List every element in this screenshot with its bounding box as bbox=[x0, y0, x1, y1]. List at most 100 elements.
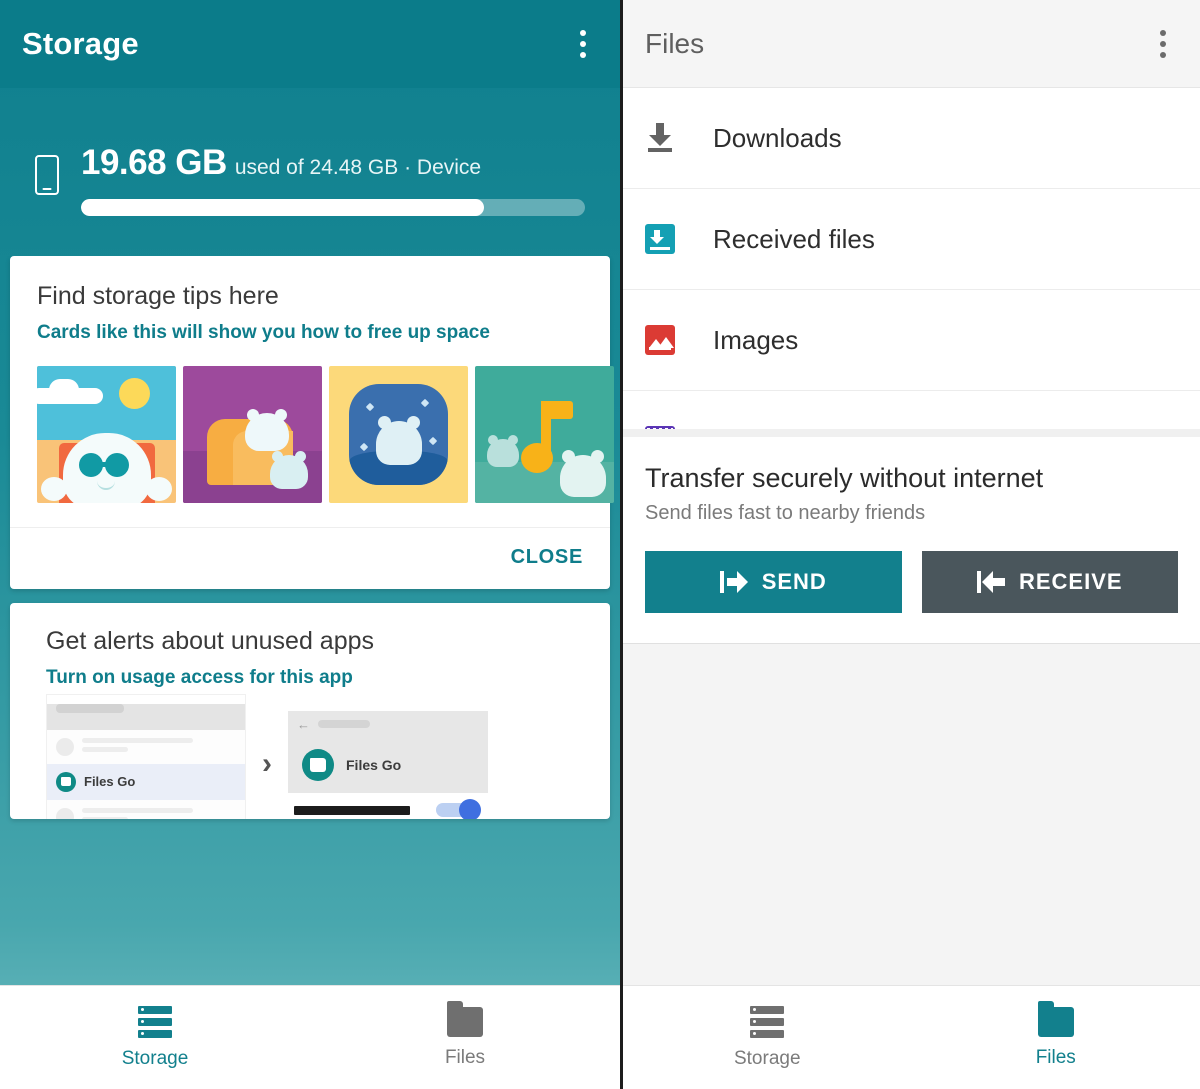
mock-lines bbox=[82, 807, 236, 819]
mock-row bbox=[47, 799, 245, 819]
alerts-card-subtitle: Turn on usage access for this app bbox=[46, 667, 353, 688]
mock-app-label: Files Go bbox=[84, 774, 136, 789]
nav-item-files[interactable]: Files bbox=[912, 986, 1200, 1089]
files-bottom-nav: Storage Files bbox=[623, 985, 1200, 1089]
mock-row bbox=[47, 729, 245, 764]
storage-page-title: Storage bbox=[22, 26, 139, 61]
storage-tips-card: Find storage tips here Cards like this w… bbox=[10, 256, 614, 589]
mock-toggle-row bbox=[288, 793, 488, 819]
nav-item-storage[interactable]: Storage bbox=[0, 986, 310, 1089]
files-screen: Files Downloads Received files Images Tr… bbox=[620, 0, 1200, 1089]
mock-title-pill bbox=[56, 703, 124, 713]
cloud-shape bbox=[37, 379, 103, 404]
folder-icon bbox=[1037, 1000, 1074, 1037]
app-night-ghost-thumbnail[interactable] bbox=[329, 366, 468, 503]
mock-title-pill bbox=[318, 720, 370, 728]
receive-button[interactable]: RECEIVE bbox=[921, 551, 1178, 613]
star-shape bbox=[428, 436, 438, 446]
ghost-on-couch bbox=[245, 409, 289, 451]
ghost-arm-right bbox=[146, 477, 172, 501]
tips-card-thumbnails bbox=[10, 344, 614, 527]
transfer-section: Transfer securely without internet Send … bbox=[623, 429, 1200, 643]
files-appbar: Files bbox=[623, 0, 1200, 88]
dot bbox=[580, 41, 586, 47]
more-vert-icon[interactable] bbox=[568, 24, 598, 64]
ghost-small bbox=[487, 435, 519, 467]
dot bbox=[1160, 40, 1166, 47]
transfer-buttons: SEND RECEIVE bbox=[645, 551, 1178, 613]
storage-progress-bar bbox=[81, 199, 585, 216]
list-item-videos[interactable]: Videos bbox=[623, 391, 1200, 429]
nav-label-files: Files bbox=[444, 1046, 486, 1068]
app-detail-mock: ← Files Go bbox=[288, 711, 488, 819]
transfer-subtitle: Send files fast to nearby friends bbox=[645, 502, 926, 524]
download-icon bbox=[645, 123, 675, 153]
mock-text-bar bbox=[294, 805, 410, 815]
received-files-icon bbox=[645, 224, 675, 254]
ghost-shape bbox=[375, 416, 422, 465]
chevron-right-icon: › bbox=[262, 747, 272, 780]
dot bbox=[1160, 29, 1166, 36]
tips-card-subtitle: Cards like this will show you how to fre… bbox=[37, 322, 490, 343]
sun-shape bbox=[119, 378, 150, 409]
tips-card-actions: CLOSE bbox=[10, 527, 610, 589]
storage-usage-summary: 19.68 GB used of 24.48 GB · Device bbox=[0, 88, 620, 256]
star-shape bbox=[365, 402, 375, 412]
alerts-card-title: Get alerts about unused apps bbox=[46, 627, 375, 655]
music-ghost-thumbnail[interactable] bbox=[475, 366, 614, 503]
receive-arrow-icon bbox=[976, 571, 1005, 593]
sunglass-lens-right bbox=[105, 453, 129, 477]
settings-list-mock: Files Go bbox=[46, 693, 246, 819]
nav-label-storage: Storage bbox=[121, 1047, 189, 1069]
list-item-received-files[interactable]: Received files bbox=[623, 189, 1200, 290]
ghost-large bbox=[560, 450, 606, 497]
files-go-app-icon bbox=[302, 749, 334, 781]
dot bbox=[1160, 51, 1166, 58]
mock-avatar bbox=[56, 737, 74, 756]
mock-row-highlighted: Files Go bbox=[47, 763, 245, 800]
couch-ghost-thumbnail[interactable] bbox=[183, 366, 322, 503]
send-button-label: SEND bbox=[761, 569, 827, 594]
back-arrow-icon: ← bbox=[297, 716, 310, 732]
mock-lines bbox=[82, 737, 236, 756]
mock-avatar bbox=[56, 807, 74, 819]
nav-label-storage: Storage bbox=[733, 1047, 801, 1069]
storage-used-amount: 19.68 GB bbox=[81, 143, 227, 182]
list-item-label: Downloads bbox=[713, 122, 842, 153]
mock-appbar bbox=[47, 703, 245, 730]
list-item-images[interactable]: Images bbox=[623, 290, 1200, 391]
send-button[interactable]: SEND bbox=[645, 551, 902, 613]
nav-item-files[interactable]: Files bbox=[310, 986, 620, 1089]
storage-icon bbox=[750, 1005, 785, 1038]
storage-progress-fill bbox=[81, 199, 485, 216]
alerts-card-illustration: Files Go › ← Files Go bbox=[10, 689, 610, 819]
close-button[interactable]: CLOSE bbox=[511, 546, 583, 569]
tips-card-title: Find storage tips here bbox=[37, 282, 279, 310]
transfer-title: Transfer securely without internet bbox=[645, 463, 1044, 493]
list-item-downloads[interactable]: Downloads bbox=[623, 88, 1200, 189]
unused-apps-alert-card: Get alerts about unused apps Turn on usa… bbox=[10, 603, 610, 819]
storage-bottom-nav: Storage Files bbox=[0, 985, 620, 1089]
files-go-app-icon bbox=[56, 771, 76, 792]
dot bbox=[580, 52, 586, 58]
storage-used-of-text: used of 24.48 GB · Device bbox=[234, 156, 482, 179]
phone-icon bbox=[35, 155, 59, 195]
videos-icon bbox=[645, 426, 675, 429]
mock-app-label: Files Go bbox=[346, 757, 402, 773]
music-note-head bbox=[521, 443, 553, 473]
mock-appbar: ← bbox=[288, 711, 488, 737]
images-icon bbox=[645, 325, 675, 355]
more-vert-icon[interactable] bbox=[1148, 24, 1178, 64]
mock-app-header: Files Go bbox=[288, 737, 488, 793]
files-page-title: Files bbox=[645, 27, 705, 59]
mock-toggle-switch bbox=[436, 799, 481, 819]
dual-screenshot-composite: Storage 19.68 GB used of 24.48 GB · Devi… bbox=[0, 0, 1200, 1089]
storage-appbar: Storage bbox=[0, 0, 620, 88]
folder-icon bbox=[447, 1000, 483, 1037]
beach-ghost-thumbnail[interactable] bbox=[37, 366, 176, 503]
ghost-arm-left bbox=[41, 477, 67, 501]
files-list-filler bbox=[623, 643, 1200, 985]
nav-item-storage[interactable]: Storage bbox=[623, 986, 912, 1089]
storage-cards-area: Find storage tips here Cards like this w… bbox=[0, 256, 620, 985]
storage-screen: Storage 19.68 GB used of 24.48 GB · Devi… bbox=[0, 0, 620, 1089]
